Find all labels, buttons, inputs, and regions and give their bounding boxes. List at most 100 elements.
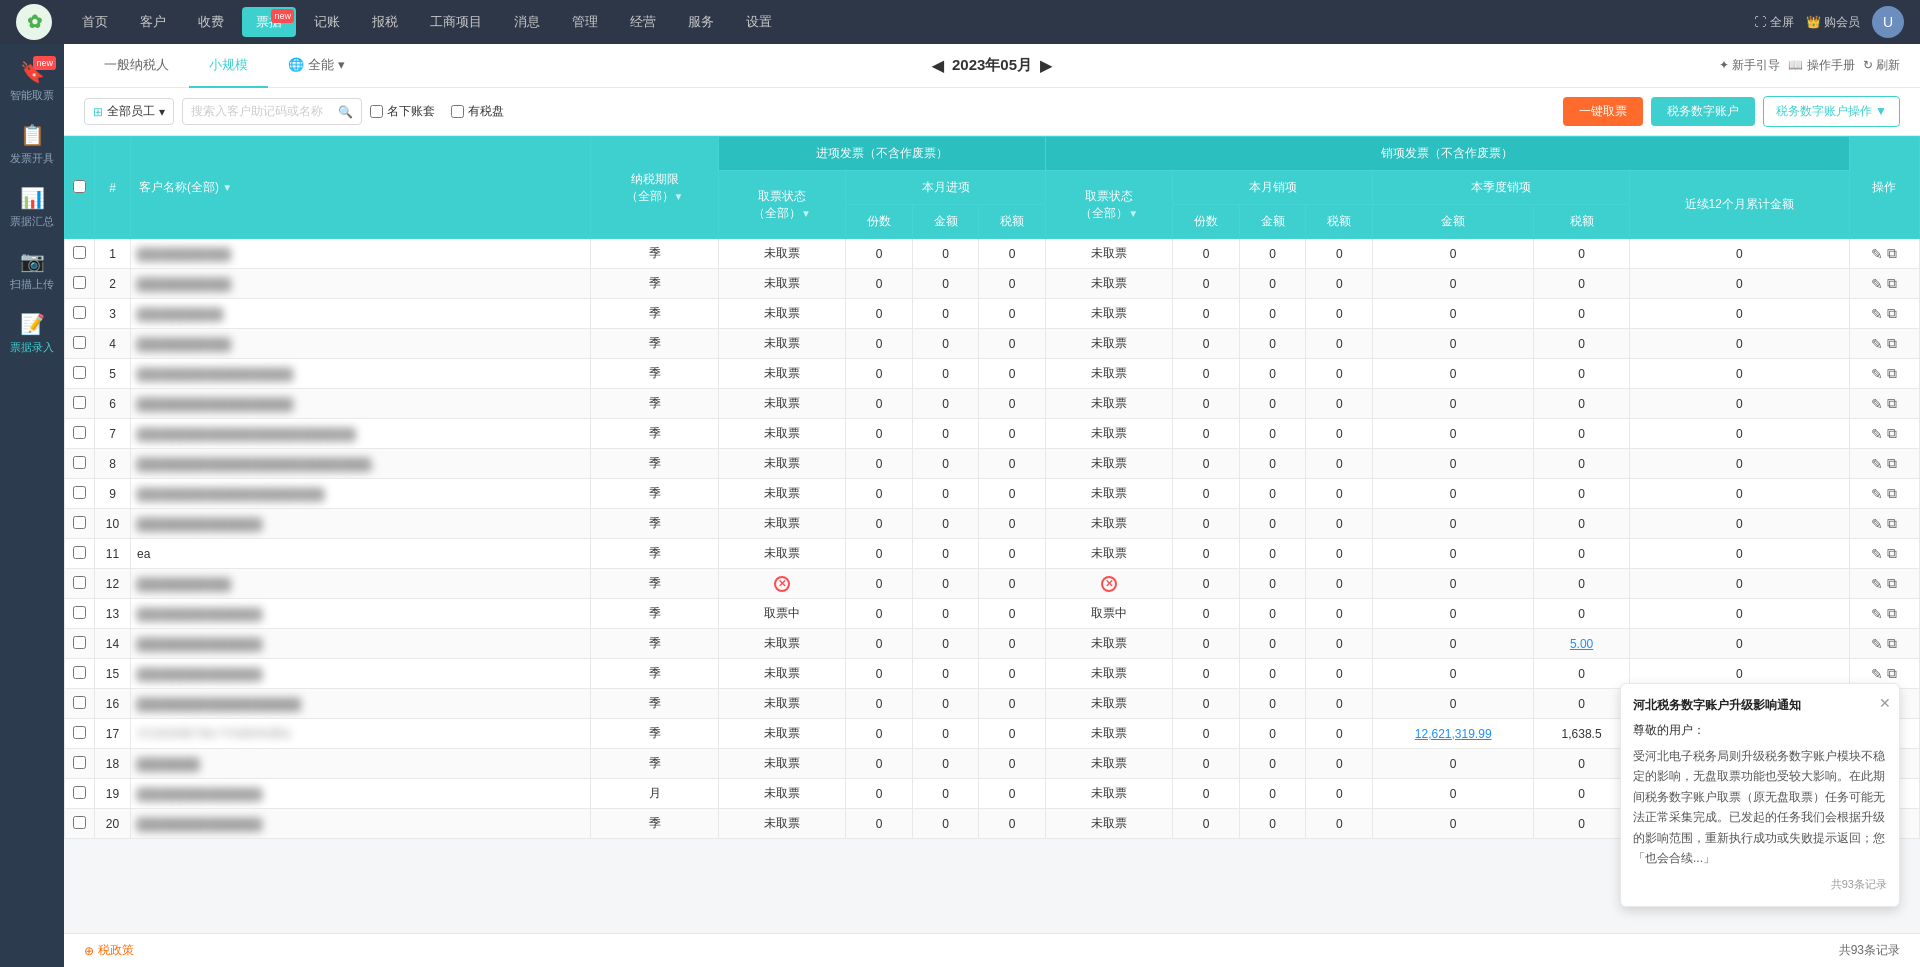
- row-checkbox-cell[interactable]: [65, 359, 95, 389]
- nav-home[interactable]: 首页: [68, 7, 122, 37]
- edit-icon[interactable]: ✎: [1871, 546, 1883, 562]
- th-customer-name[interactable]: 客户名称(全部) ▼: [131, 137, 591, 239]
- row-checkbox-cell[interactable]: [65, 719, 95, 749]
- tax-digital-btn[interactable]: 税务数字账户: [1651, 97, 1755, 126]
- row-checkbox-cell[interactable]: [65, 479, 95, 509]
- one-click-ticket-btn[interactable]: 一键取票: [1563, 97, 1643, 126]
- copy-icon[interactable]: ⧉: [1887, 365, 1897, 382]
- select-all-checkbox[interactable]: [73, 180, 86, 193]
- edit-icon[interactable]: ✎: [1871, 246, 1883, 262]
- copy-icon[interactable]: ⧉: [1887, 425, 1897, 442]
- row-checkbox-cell[interactable]: [65, 389, 95, 419]
- refresh-btn[interactable]: ↻ 刷新: [1863, 57, 1900, 74]
- th-checkbox[interactable]: [65, 137, 95, 239]
- row-checkbox[interactable]: [73, 456, 86, 469]
- th-period[interactable]: 纳税期限（全部）▼: [591, 137, 719, 239]
- row-checkbox[interactable]: [73, 366, 86, 379]
- copy-icon[interactable]: ⧉: [1887, 485, 1897, 502]
- checkbox-sub-account-input[interactable]: [370, 105, 383, 118]
- copy-icon[interactable]: ⧉: [1887, 575, 1897, 592]
- edit-icon[interactable]: ✎: [1871, 366, 1883, 382]
- row-checkbox[interactable]: [73, 246, 86, 259]
- edit-icon[interactable]: ✎: [1871, 456, 1883, 472]
- row-checkbox[interactable]: [73, 546, 86, 559]
- row-checkbox-cell[interactable]: [65, 329, 95, 359]
- manual-btn[interactable]: 📖 操作手册: [1788, 57, 1854, 74]
- sidebar-item-open-invoice[interactable]: 📋 发票开具: [4, 115, 60, 174]
- row-checkbox[interactable]: [73, 816, 86, 829]
- tab-all[interactable]: 🌐 全能 ▾: [268, 44, 365, 88]
- nav-service[interactable]: 服务: [674, 7, 728, 37]
- edit-icon[interactable]: ✎: [1871, 426, 1883, 442]
- copy-icon[interactable]: ⧉: [1887, 545, 1897, 562]
- row-checkbox[interactable]: [73, 516, 86, 529]
- user-avatar[interactable]: U: [1872, 6, 1904, 38]
- checkbox-tax-disk-input[interactable]: [451, 105, 464, 118]
- q-out-tax-link[interactable]: 5.00: [1570, 637, 1593, 651]
- copy-icon[interactable]: ⧉: [1887, 515, 1897, 532]
- copy-icon[interactable]: ⧉: [1887, 245, 1897, 262]
- row-checkbox[interactable]: [73, 636, 86, 649]
- row-checkbox[interactable]: [73, 726, 86, 739]
- tax-policy-text[interactable]: 税政策: [98, 942, 134, 959]
- row-checkbox-cell[interactable]: [65, 239, 95, 269]
- row-checkbox-cell[interactable]: [65, 779, 95, 809]
- row-checkbox[interactable]: [73, 666, 86, 679]
- nav-customer[interactable]: 客户: [126, 7, 180, 37]
- sidebar-item-smart-ticket[interactable]: 🔖 智能取票 new: [4, 52, 60, 111]
- row-checkbox-cell[interactable]: [65, 569, 95, 599]
- edit-icon[interactable]: ✎: [1871, 306, 1883, 322]
- employee-filter[interactable]: ⊞ 全部员工 ▾: [84, 98, 174, 125]
- copy-icon[interactable]: ⧉: [1887, 665, 1897, 682]
- edit-icon[interactable]: ✎: [1871, 666, 1883, 682]
- q-out-amt-link[interactable]: 12,621,319.99: [1415, 727, 1492, 741]
- edit-icon[interactable]: ✎: [1871, 516, 1883, 532]
- popup-close-btn[interactable]: ✕: [1879, 692, 1891, 714]
- nav-message[interactable]: 消息: [500, 7, 554, 37]
- prev-month-btn[interactable]: ◀: [932, 57, 944, 75]
- edit-icon[interactable]: ✎: [1871, 396, 1883, 412]
- edit-icon[interactable]: ✎: [1871, 276, 1883, 292]
- row-checkbox-cell[interactable]: [65, 419, 95, 449]
- row-checkbox-cell[interactable]: [65, 269, 95, 299]
- edit-icon[interactable]: ✎: [1871, 336, 1883, 352]
- th-out-status[interactable]: 取票状态（全部）▼: [1045, 171, 1173, 239]
- row-checkbox[interactable]: [73, 696, 86, 709]
- row-checkbox[interactable]: [73, 396, 86, 409]
- sidebar-item-summary[interactable]: 📊 票据汇总: [4, 178, 60, 237]
- nav-billing[interactable]: 收费: [184, 7, 238, 37]
- edit-icon[interactable]: ✎: [1871, 576, 1883, 592]
- row-checkbox-cell[interactable]: [65, 659, 95, 689]
- copy-icon[interactable]: ⧉: [1887, 305, 1897, 322]
- row-checkbox[interactable]: [73, 486, 86, 499]
- row-checkbox[interactable]: [73, 786, 86, 799]
- search-box[interactable]: 搜索入客户助记码或名称 🔍: [182, 98, 362, 125]
- row-checkbox[interactable]: [73, 276, 86, 289]
- vip-action[interactable]: 👑 购会员: [1806, 14, 1860, 31]
- checkbox-tax-disk[interactable]: 有税盘: [451, 103, 504, 120]
- tab-general[interactable]: 一般纳税人: [84, 44, 189, 88]
- edit-icon[interactable]: ✎: [1871, 636, 1883, 652]
- checkbox-sub-account[interactable]: 名下账套: [370, 103, 435, 120]
- row-checkbox-cell[interactable]: [65, 509, 95, 539]
- nav-business[interactable]: 工商项目: [416, 7, 496, 37]
- copy-icon[interactable]: ⧉: [1887, 395, 1897, 412]
- nav-tax[interactable]: 报税: [358, 7, 412, 37]
- sidebar-item-scan[interactable]: 📷 扫描上传: [4, 241, 60, 300]
- sidebar-item-entry[interactable]: 📝 票据录入: [4, 304, 60, 363]
- row-checkbox-cell[interactable]: [65, 299, 95, 329]
- nav-invoice[interactable]: 票据 new: [242, 7, 296, 37]
- nav-bookkeeping[interactable]: 记账: [300, 7, 354, 37]
- new-guide-btn[interactable]: ✦ 新手引导: [1719, 57, 1780, 74]
- fullscreen-action[interactable]: ⛶ 全屏: [1754, 14, 1793, 31]
- row-checkbox-cell[interactable]: [65, 749, 95, 779]
- th-in-status[interactable]: 取票状态（全部）▼: [718, 171, 846, 239]
- row-checkbox[interactable]: [73, 576, 86, 589]
- row-checkbox-cell[interactable]: [65, 539, 95, 569]
- tax-digital-op-btn[interactable]: 税务数字账户操作 ▼: [1763, 96, 1900, 127]
- nav-management[interactable]: 管理: [558, 7, 612, 37]
- edit-icon[interactable]: ✎: [1871, 486, 1883, 502]
- row-checkbox[interactable]: [73, 426, 86, 439]
- row-checkbox-cell[interactable]: [65, 599, 95, 629]
- nav-operation[interactable]: 经营: [616, 7, 670, 37]
